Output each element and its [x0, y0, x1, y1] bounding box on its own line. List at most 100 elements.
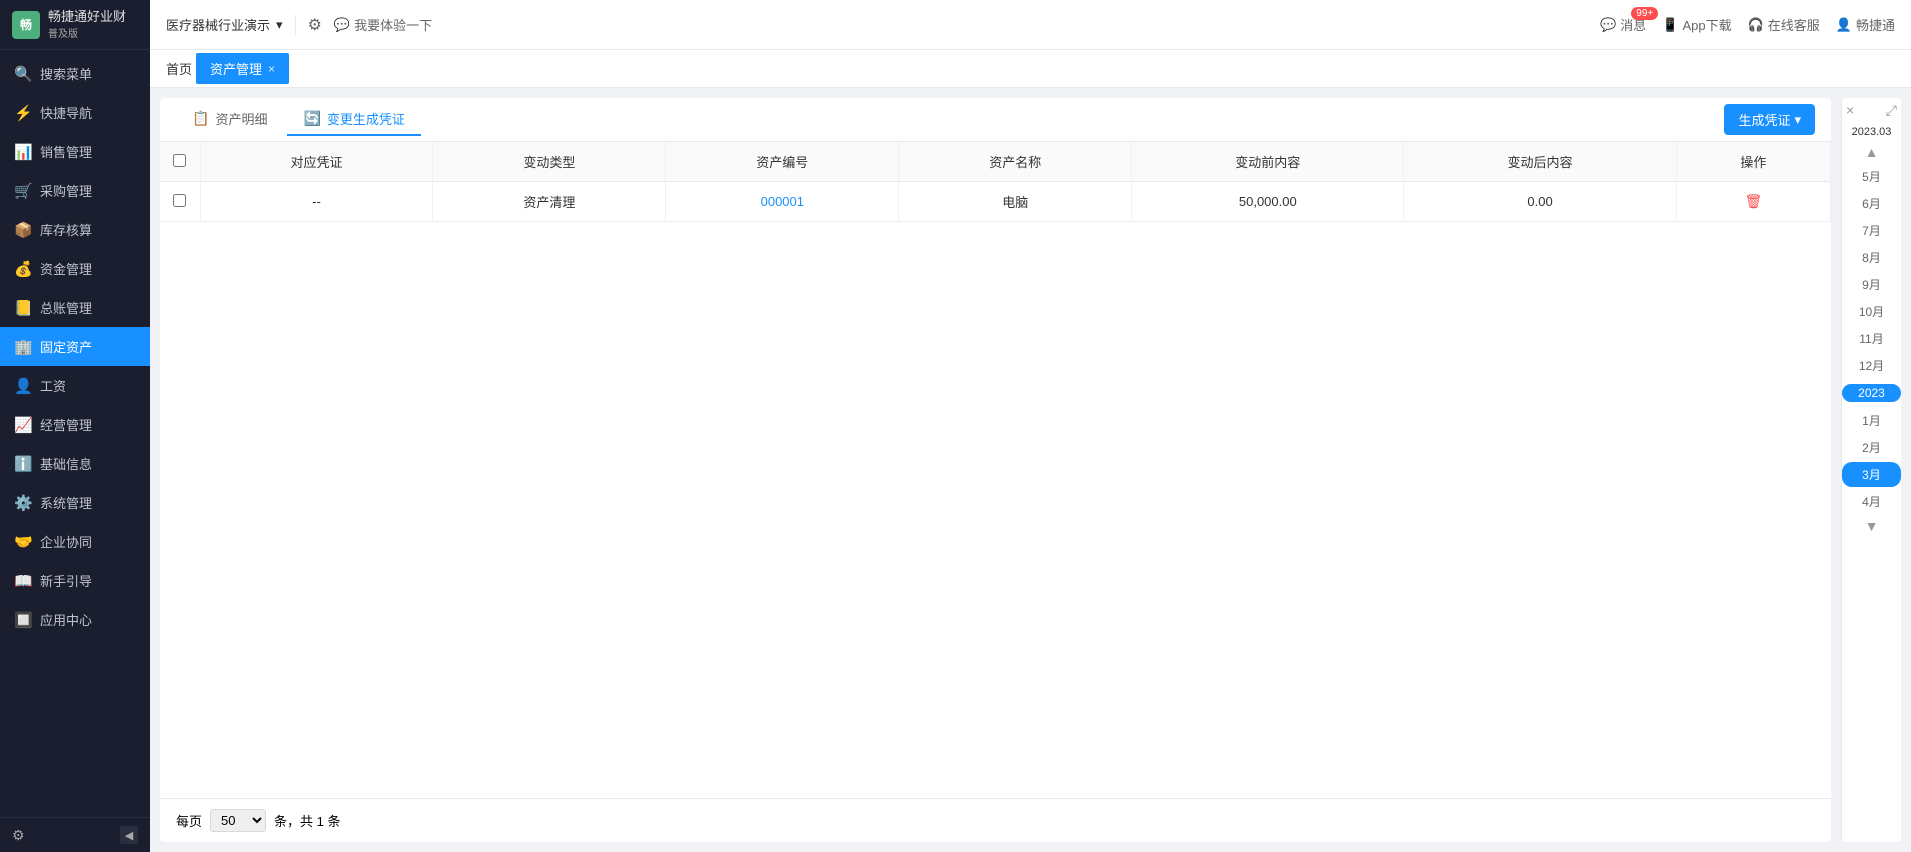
- row-checkbox-cell: [160, 182, 200, 222]
- calendar-month[interactable]: 10月: [1842, 299, 1901, 324]
- app-download-btn[interactable]: 📱 App下载: [1662, 15, 1731, 34]
- col-change-type: 变动类型: [433, 142, 666, 182]
- nav-icon-appcenter: 🔲: [14, 611, 32, 629]
- nav-label-guide: 新手引导: [40, 571, 92, 590]
- generate-voucher-btn[interactable]: 生成凭证 ▾: [1724, 104, 1815, 135]
- nav-icon-purchase: 🛒: [14, 182, 32, 200]
- tab-close-icon[interactable]: ×: [268, 62, 275, 76]
- app-label: App下载: [1682, 15, 1731, 34]
- sidebar-item-appcenter[interactable]: 🔲 应用中心: [0, 600, 150, 639]
- feedback-btn[interactable]: 💬 我要体验一下: [334, 15, 432, 34]
- nav-icon-system: ⚙️: [14, 494, 32, 512]
- service-icon: 🎧: [1748, 17, 1764, 33]
- sidebar-item-operation[interactable]: 📈经营管理: [0, 405, 150, 444]
- calendar-close-btn[interactable]: ×: [1846, 102, 1854, 118]
- sidebar-item-guide[interactable]: 📖 新手引导: [0, 561, 150, 600]
- nav-icon-basic: ℹ️: [14, 455, 32, 473]
- delete-btn[interactable]: 🗑: [1744, 193, 1762, 210]
- calendar-month[interactable]: 9月: [1842, 272, 1901, 297]
- settings-gear-icon[interactable]: ⚙: [308, 15, 322, 35]
- calendar-month[interactable]: 5月: [1842, 164, 1901, 189]
- col-asset-no: 资产编号: [666, 142, 899, 182]
- nav-label-ledger: 总账管理: [40, 298, 92, 317]
- sidebar-item-enterprise[interactable]: 🤝企业协同: [0, 522, 150, 561]
- sub-tab-asset-detail[interactable]: 📋 资产明细: [176, 103, 283, 136]
- user-btn[interactable]: 👤 畅捷通: [1836, 15, 1895, 34]
- message-icon: 💬: [1600, 17, 1616, 33]
- nav-label-quicknav: 快捷导航: [40, 103, 92, 122]
- calendar-month[interactable]: 2月: [1842, 435, 1901, 460]
- generate-dropdown-icon: ▾: [1794, 112, 1801, 128]
- pagination: 每页 102050100 条，共 1 条: [160, 798, 1831, 842]
- row-asset-name: 电脑: [899, 182, 1132, 222]
- calendar-month[interactable]: 8月: [1842, 245, 1901, 270]
- tab-home[interactable]: 首页: [166, 59, 192, 78]
- header-divider: [295, 15, 296, 35]
- per-page-select[interactable]: 102050100: [210, 809, 266, 832]
- calendar-header: 2023.03: [1852, 126, 1892, 138]
- change-voucher-label: 变更生成凭证: [327, 109, 405, 128]
- nav-icon-sales: 📊: [14, 143, 32, 161]
- sidebar-item-inventory[interactable]: 📦 库存核算: [0, 210, 150, 249]
- sidebar-item-purchase[interactable]: 🛒采购管理: [0, 171, 150, 210]
- nav-label-sales: 销售管理: [40, 142, 92, 161]
- nav-icon-finance: 💰: [14, 260, 32, 278]
- sidebar-item-basic[interactable]: ℹ️ 基础信息: [0, 444, 150, 483]
- row-before-content: 50,000.00: [1132, 182, 1404, 222]
- sidebar-item-system[interactable]: ⚙️系统管理: [0, 483, 150, 522]
- message-badge: 99+: [1631, 7, 1658, 20]
- row-checkbox[interactable]: [173, 194, 186, 207]
- calendar-month[interactable]: 1月: [1842, 408, 1901, 433]
- select-all-checkbox[interactable]: [173, 154, 186, 167]
- logo-icon: 畅: [12, 11, 40, 39]
- logo-text: 畅捷通好业财 普及版: [48, 9, 126, 40]
- nav-icon-inventory: 📦: [14, 221, 32, 239]
- calendar-year-marker[interactable]: 2023: [1842, 384, 1901, 402]
- calendar-expand-btn[interactable]: ⤢: [1886, 102, 1897, 119]
- row-change-type: 资产清理: [433, 182, 666, 222]
- calendar-down-btn[interactable]: ▼: [1863, 516, 1881, 536]
- sidebar-item-quicknav[interactable]: ⚡快捷导航: [0, 93, 150, 132]
- main-panel: 📋 资产明细 🔄 变更生成凭证 生成凭证 ▾: [160, 98, 1831, 842]
- calendar-month[interactable]: 6月: [1842, 191, 1901, 216]
- nav-label-salary: 工资: [40, 376, 66, 395]
- calendar-month[interactable]: 11月: [1842, 326, 1901, 351]
- row-voucher: --: [200, 182, 433, 222]
- calendar-up-btn[interactable]: ▲: [1863, 142, 1881, 162]
- nav-label-appcenter: 应用中心: [40, 610, 92, 629]
- sidebar-item-salary[interactable]: 👤工资: [0, 366, 150, 405]
- col-before-content: 变动前内容: [1132, 142, 1404, 182]
- feedback-label: 我要体验一下: [354, 15, 432, 34]
- sidebar-item-finance[interactable]: 💰资金管理: [0, 249, 150, 288]
- per-page-label: 每页: [176, 811, 202, 830]
- online-service-btn[interactable]: 🎧 在线客服: [1748, 15, 1820, 34]
- sidebar-item-ledger[interactable]: 📒总账管理: [0, 288, 150, 327]
- nav-label-search: 搜索菜单: [40, 64, 92, 83]
- sidebar-item-sales[interactable]: 📊 销售管理: [0, 132, 150, 171]
- nav-label-basic: 基础信息: [40, 454, 92, 473]
- asset-detail-label: 资产明细: [215, 109, 267, 128]
- calendar-month[interactable]: 3月: [1842, 462, 1901, 487]
- sidebar-item-fixed[interactable]: 🏢固定资产: [0, 327, 150, 366]
- nav-icon-fixed: 🏢: [14, 338, 32, 356]
- sidebar-scroll-btn[interactable]: ◀: [120, 826, 138, 844]
- change-voucher-icon: 🔄: [303, 110, 320, 127]
- nav-icon-guide: 📖: [14, 572, 32, 590]
- message-btn[interactable]: 💬 消息 99+: [1600, 15, 1646, 34]
- row-asset-no: 000001: [666, 182, 899, 222]
- settings-btn[interactable]: ⚙: [12, 827, 25, 844]
- nav-label-inventory: 库存核算: [40, 220, 92, 239]
- calendar-month[interactable]: 4月: [1842, 489, 1901, 514]
- tab-bar: 首页 资产管理 ×: [150, 50, 1911, 88]
- feedback-icon: 💬: [334, 17, 350, 33]
- row-operation: 🗑: [1676, 182, 1830, 222]
- sidebar-item-search[interactable]: 🔍搜索菜单: [0, 54, 150, 93]
- company-selector[interactable]: 医疗器械行业演示 ▾: [166, 15, 283, 34]
- sidebar-nav: 🔍搜索菜单⚡快捷导航 📊 销售管理 🛒采购管理 📦 库存核算 💰资金管理📒总账管理🏢固定资产…: [0, 50, 150, 817]
- content-area: 📋 资产明细 🔄 变更生成凭证 生成凭证 ▾: [150, 88, 1911, 852]
- user-avatar-icon: 👤: [1836, 17, 1852, 33]
- sub-tab-change-voucher[interactable]: 🔄 变更生成凭证: [287, 103, 420, 136]
- calendar-month[interactable]: 12月: [1842, 353, 1901, 378]
- tab-asset-management[interactable]: 资产管理 ×: [196, 53, 289, 84]
- calendar-month[interactable]: 7月: [1842, 218, 1901, 243]
